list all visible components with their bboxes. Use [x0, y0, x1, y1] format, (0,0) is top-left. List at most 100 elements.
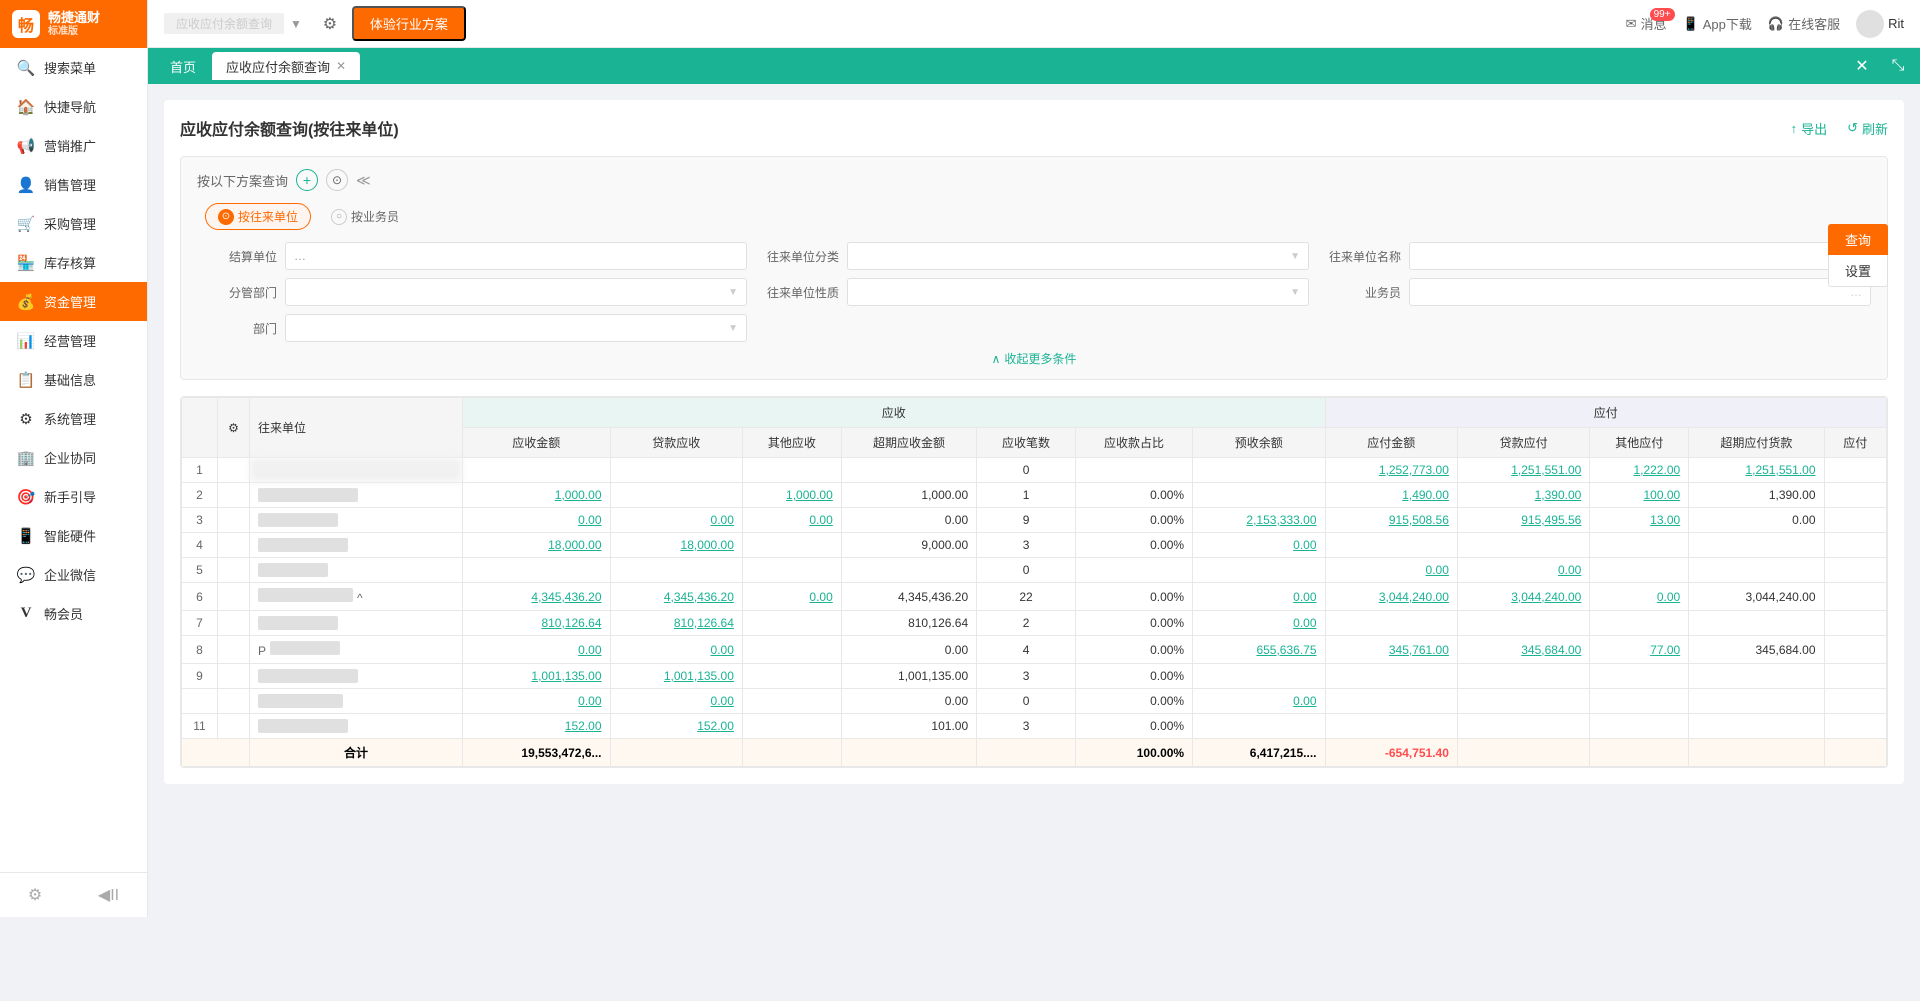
- row-p-amount[interactable]: 1,252,773.00: [1325, 458, 1457, 483]
- table-body: 1 0 1,252,773.00 1,251,551.00 1,222.00: [182, 458, 1887, 739]
- row-p-loan[interactable]: 0.00: [1457, 558, 1589, 583]
- filter-settings-btn[interactable]: ⊙: [326, 169, 348, 191]
- row-r-advance[interactable]: 0.00: [1193, 533, 1325, 558]
- row-r-other[interactable]: 0.00: [742, 508, 841, 533]
- sidebar-item-guide[interactable]: 🎯 新手引导: [0, 477, 147, 516]
- sidebar-item-operation[interactable]: 📊 经营管理: [0, 321, 147, 360]
- row-r-amount[interactable]: 1,000.00: [462, 483, 610, 508]
- row-r-loan[interactable]: 4,345,436.20: [610, 583, 742, 611]
- row-r-loan[interactable]: 810,126.64: [610, 611, 742, 636]
- sidebar-item-sales[interactable]: 👤 销售管理: [0, 165, 147, 204]
- sidebar-collapse-btn[interactable]: ◀II: [90, 881, 127, 909]
- filter-add-btn[interactable]: +: [296, 169, 318, 191]
- notification-btn[interactable]: ✉ 消息 99+: [1626, 14, 1667, 33]
- row-r-advance[interactable]: 0.00: [1193, 689, 1325, 714]
- row-partner: [250, 714, 463, 739]
- sidebar-item-finance[interactable]: 💰 资金管理: [0, 282, 147, 321]
- sidebar-settings-btn[interactable]: ⚙: [20, 881, 50, 909]
- sidebar-item-vip[interactable]: V 畅会员: [0, 594, 147, 633]
- row-p-other[interactable]: 100.00: [1590, 483, 1689, 508]
- tab-receivable[interactable]: 应收应付余额查询 ✕: [212, 52, 360, 80]
- row-r-amount[interactable]: 4,345,436.20: [462, 583, 610, 611]
- query-btn[interactable]: 查询: [1828, 224, 1888, 255]
- row-r-loan[interactable]: 0.00: [610, 689, 742, 714]
- sidebar-item-purchase[interactable]: 🛒 采购管理: [0, 204, 147, 243]
- sidebar-item-hardware[interactable]: 📱 智能硬件: [0, 516, 147, 555]
- filter-salesman-input[interactable]: …: [1409, 278, 1871, 306]
- row-p-loan[interactable]: 915,495.56: [1457, 508, 1589, 533]
- row-r-amount[interactable]: 810,126.64: [462, 611, 610, 636]
- sidebar-item-search[interactable]: 🔍 搜索菜单: [0, 48, 147, 87]
- data-table: ⚙ 往来单位 应收 应付 应收金额 贷款应收 其他应收 超期应收金额 应收笔数 …: [181, 397, 1887, 767]
- row-p-extra: [1824, 689, 1886, 714]
- filter-jiesuan-input[interactable]: …: [285, 242, 747, 270]
- topbar-gear-btn[interactable]: ⚙: [316, 10, 344, 38]
- app-download-btn[interactable]: 📱 App下载: [1683, 14, 1752, 33]
- export-btn[interactable]: ↑ 导出: [1791, 119, 1828, 138]
- row-r-amount[interactable]: 18,000.00: [462, 533, 610, 558]
- row-r-amount[interactable]: 0.00: [462, 508, 610, 533]
- row-r-loan[interactable]: 1,001,135.00: [610, 664, 742, 689]
- row-p-other[interactable]: 0.00: [1590, 583, 1689, 611]
- row-r-amount[interactable]: 0.00: [462, 636, 610, 664]
- topbar-dropdown-arrow[interactable]: ▼: [290, 17, 302, 31]
- row-p-loan[interactable]: 345,684.00: [1457, 636, 1589, 664]
- row-r-loan[interactable]: 0.00: [610, 636, 742, 664]
- sidebar-item-marketing[interactable]: 📢 营销推广: [0, 126, 147, 165]
- sidebar-item-inventory[interactable]: 🏪 库存核算: [0, 243, 147, 282]
- sidebar-item-enterprise[interactable]: 🏢 企业协同: [0, 438, 147, 477]
- row-r-amount[interactable]: 152.00: [462, 714, 610, 739]
- filter-partner-name-input[interactable]: [1409, 242, 1871, 270]
- row-r-count: 3: [977, 533, 1076, 558]
- tab-home[interactable]: 首页: [156, 52, 210, 80]
- row-p-loan[interactable]: 1,390.00: [1457, 483, 1589, 508]
- filter-subdept-input[interactable]: ▼: [285, 314, 747, 342]
- filter-dept-input[interactable]: ▼: [285, 278, 747, 306]
- scheme-by-staff[interactable]: ○ 按业务员: [319, 204, 411, 229]
- row-p-overdue[interactable]: 1,251,551.00: [1689, 458, 1824, 483]
- row-p-amount[interactable]: 0.00: [1325, 558, 1457, 583]
- row-r-advance[interactable]: 2,153,333.00: [1193, 508, 1325, 533]
- scheme-by-partner[interactable]: ⊙ 按往来单位: [205, 203, 311, 230]
- row-p-amount[interactable]: 345,761.00: [1325, 636, 1457, 664]
- row-r-amount[interactable]: 0.00: [462, 689, 610, 714]
- row-r-loan[interactable]: 18,000.00: [610, 533, 742, 558]
- collapse-more-btn[interactable]: ∧ 收起更多条件: [992, 350, 1077, 367]
- row-settings: [218, 636, 250, 664]
- row-r-other[interactable]: 1,000.00: [742, 483, 841, 508]
- row-r-overdue: 4,345,436.20: [841, 583, 976, 611]
- row-p-loan[interactable]: 1,251,551.00: [1457, 458, 1589, 483]
- setting-btn[interactable]: 设置: [1828, 255, 1888, 287]
- sidebar-item-system[interactable]: ⚙ 系统管理: [0, 399, 147, 438]
- row-p-other[interactable]: 13.00: [1590, 508, 1689, 533]
- sidebar-item-wechat[interactable]: 💬 企业微信: [0, 555, 147, 594]
- row-r-advance[interactable]: 0.00: [1193, 611, 1325, 636]
- row-p-loan[interactable]: 3,044,240.00: [1457, 583, 1589, 611]
- filter-collapse-btn[interactable]: ≪: [356, 172, 371, 189]
- row-r-other[interactable]: 0.00: [742, 583, 841, 611]
- row-p-amount[interactable]: 1,490.00: [1325, 483, 1457, 508]
- row-r-advance[interactable]: 0.00: [1193, 583, 1325, 611]
- col-settings[interactable]: ⚙: [218, 398, 250, 458]
- sidebar-item-basic[interactable]: 📋 基础信息: [0, 360, 147, 399]
- refresh-btn[interactable]: ↺ 刷新: [1847, 119, 1888, 138]
- row-p-amount[interactable]: 3,044,240.00: [1325, 583, 1457, 611]
- user-avatar[interactable]: Rit: [1856, 10, 1904, 38]
- service-btn[interactable]: 🎧 在线客服: [1768, 14, 1840, 33]
- table-row: 6 ^ 4,345,436.20 4,345,436.20 0.00 4,345…: [182, 583, 1887, 611]
- row-r-loan[interactable]: 0.00: [610, 508, 742, 533]
- row-r-amount[interactable]: 1,001,135.00: [462, 664, 610, 689]
- row-r-advance[interactable]: 655,636.75: [1193, 636, 1325, 664]
- tabbar-expand-btn[interactable]: ⤡: [1884, 52, 1912, 80]
- topbar-promo-btn[interactable]: 体验行业方案: [352, 6, 466, 41]
- row-p-other[interactable]: 1,222.00: [1590, 458, 1689, 483]
- row-r-loan[interactable]: 152.00: [610, 714, 742, 739]
- tab-close-btn[interactable]: ✕: [336, 59, 346, 73]
- row-p-amount[interactable]: 915,508.56: [1325, 508, 1457, 533]
- tabbar-close-btn[interactable]: ✕: [1848, 52, 1876, 80]
- sidebar-item-quicknav[interactable]: 🏠 快捷导航: [0, 87, 147, 126]
- row-r-other: [742, 714, 841, 739]
- row-p-other[interactable]: 77.00: [1590, 636, 1689, 664]
- filter-partner-type-input[interactable]: ▼: [847, 242, 1309, 270]
- filter-partner-nature-input[interactable]: ▼: [847, 278, 1309, 306]
